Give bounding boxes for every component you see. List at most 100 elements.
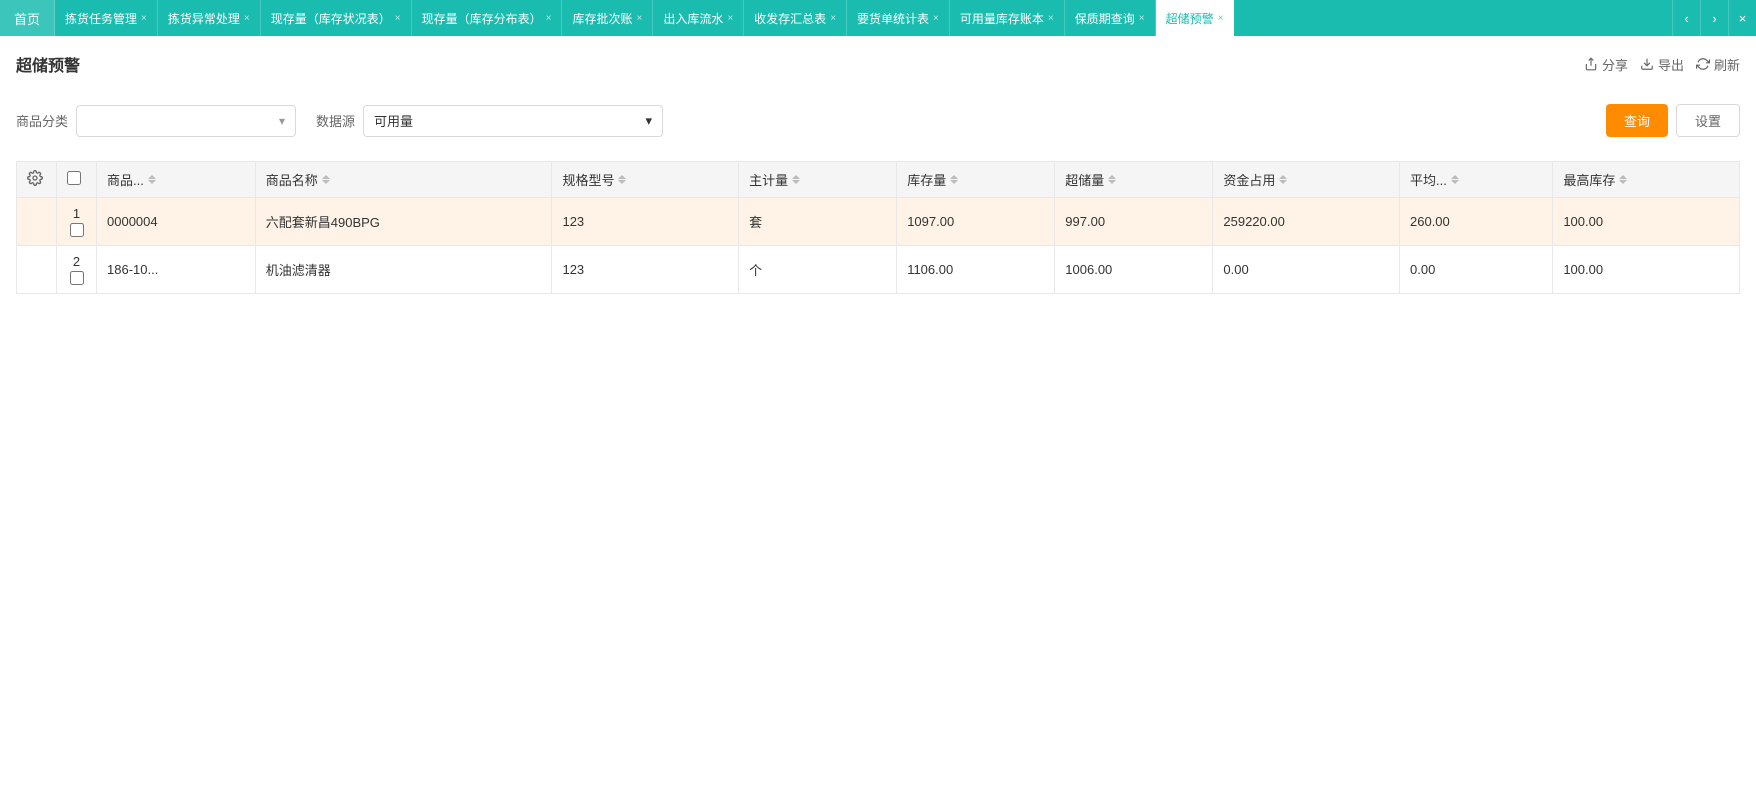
- nav-arrows: ‹ › ×: [1672, 0, 1756, 36]
- nav-tab-10[interactable]: 保质期查询 ×: [1065, 0, 1156, 36]
- nav-home-label: 首页: [14, 9, 40, 28]
- nav-tab-close-7[interactable]: ×: [933, 13, 939, 24]
- row-unit-1: 个: [739, 246, 897, 294]
- nav-tab-5[interactable]: 库存批次账 ×: [562, 0, 653, 36]
- nav-next-arrow[interactable]: ›: [1700, 0, 1728, 36]
- query-button[interactable]: 查询: [1606, 104, 1668, 137]
- nav-tab-7[interactable]: 收发存汇总表 ×: [744, 0, 847, 36]
- table-gear-icon[interactable]: [27, 170, 43, 186]
- row-stock-0: 1097.00: [897, 198, 1055, 246]
- unit-sort-icon: [792, 175, 800, 184]
- nav-close-arrow[interactable]: ×: [1728, 0, 1756, 36]
- row-checkbox-1[interactable]: [70, 271, 84, 285]
- nav-tab-1[interactable]: 拣货任务管理 ×: [55, 0, 158, 36]
- th-product-name[interactable]: 商品名称: [255, 162, 552, 198]
- nav-tab-4[interactable]: 现存量（库存分布表） ×: [412, 0, 563, 36]
- nav-tab-home[interactable]: 首页: [0, 0, 55, 36]
- row-gear-1: [17, 246, 57, 294]
- row-over-stock-0: 997.00: [1055, 198, 1213, 246]
- stock-sort-icon: [950, 175, 958, 184]
- nav-tab-6[interactable]: 出入库流水 ×: [653, 0, 744, 36]
- over-stock-sort-icon: [1108, 175, 1116, 184]
- avg-sort-icon: [1451, 175, 1459, 184]
- th-gear[interactable]: [17, 162, 57, 198]
- product-category-chevron-icon: ▾: [279, 114, 285, 128]
- row-product-code-1: 186-10...: [97, 246, 256, 294]
- th-unit[interactable]: 主计量: [739, 162, 897, 198]
- row-stock-1: 1106.00: [897, 246, 1055, 294]
- row-num-0: 1: [57, 198, 97, 246]
- refresh-action[interactable]: 刷新: [1696, 55, 1740, 74]
- page-title: 超储预警: [16, 52, 80, 76]
- filter-actions: 查询 设置: [1606, 104, 1740, 137]
- export-action[interactable]: 导出: [1640, 55, 1684, 74]
- th-stock[interactable]: 库存量: [897, 162, 1055, 198]
- row-avg-1: 0.00: [1400, 246, 1553, 294]
- th-spec[interactable]: 规格型号: [552, 162, 739, 198]
- row-gear-0: [17, 198, 57, 246]
- nav-tab-close-2[interactable]: ×: [395, 13, 401, 24]
- row-spec-0: 123: [552, 198, 739, 246]
- nav-tab-label-4: 库存批次账: [572, 10, 632, 27]
- th-spec-label: 规格型号: [562, 170, 614, 189]
- nav-tab-close-1[interactable]: ×: [244, 13, 250, 24]
- th-max-stock-label: 最高库存: [1563, 170, 1615, 189]
- th-stock-label: 库存量: [907, 170, 946, 189]
- nav-tab-close-10[interactable]: ×: [1218, 13, 1224, 24]
- nav-tab-close-3[interactable]: ×: [546, 13, 552, 24]
- nav-tab-close-8[interactable]: ×: [1048, 13, 1054, 24]
- nav-tab-label-3: 现存量（库存分布表）: [422, 10, 542, 27]
- nav-tab-close-5[interactable]: ×: [727, 13, 733, 24]
- nav-prev-arrow[interactable]: ‹: [1672, 0, 1700, 36]
- top-navigation: 首页 拣货任务管理 × 拣货异常处理 × 现存量（库存状况表） × 现存量（库存…: [0, 0, 1756, 36]
- data-source-select[interactable]: 可用量 ▾: [363, 105, 663, 137]
- share-action[interactable]: 分享: [1584, 55, 1628, 74]
- th-max-stock[interactable]: 最高库存: [1553, 162, 1740, 198]
- export-label: 导出: [1658, 55, 1684, 74]
- nav-tab-11[interactable]: 超储预警 ×: [1156, 0, 1235, 36]
- nav-tab-8[interactable]: 要货单统计表 ×: [847, 0, 950, 36]
- th-checkbox[interactable]: [57, 162, 97, 198]
- table-row: 1 0000004 六配套新昌490BPG 123 套 1097.00 997.…: [17, 198, 1740, 246]
- product-category-label: 商品分类: [16, 111, 68, 130]
- nav-tab-label-8: 可用量库存账本: [960, 10, 1044, 27]
- nav-tab-label-2: 现存量（库存状况表）: [271, 10, 391, 27]
- nav-tab-2[interactable]: 拣货异常处理 ×: [158, 0, 261, 36]
- th-product-code[interactable]: 商品...: [97, 162, 256, 198]
- select-all-checkbox[interactable]: [67, 171, 81, 185]
- row-number-0: 1: [73, 206, 80, 221]
- th-capital[interactable]: 资金占用: [1213, 162, 1400, 198]
- share-label: 分享: [1602, 55, 1628, 74]
- nav-tab-close-6[interactable]: ×: [830, 13, 836, 24]
- filter-bar: 商品分类 ▾ 数据源 可用量 ▾ 查询 设置: [16, 92, 1740, 149]
- settings-button[interactable]: 设置: [1676, 104, 1740, 137]
- nav-tab-9[interactable]: 可用量库存账本 ×: [950, 0, 1065, 36]
- filter-data-source: 数据源 可用量 ▾: [316, 105, 663, 137]
- row-max-stock-0: 100.00: [1553, 198, 1740, 246]
- product-name-sort-icon: [322, 175, 330, 184]
- th-over-stock[interactable]: 超储量: [1055, 162, 1213, 198]
- table-header: 商品... 商品名称: [17, 162, 1740, 198]
- nav-tab-label-5: 出入库流水: [663, 10, 723, 27]
- nav-tab-close-9[interactable]: ×: [1139, 13, 1145, 24]
- product-category-select[interactable]: ▾: [76, 105, 296, 137]
- refresh-icon: [1696, 57, 1710, 71]
- product-code-sort-icon: [148, 175, 156, 184]
- max-stock-sort-icon: [1619, 175, 1627, 184]
- th-avg[interactable]: 平均...: [1400, 162, 1553, 198]
- row-product-code-0: 0000004: [97, 198, 256, 246]
- data-table: 商品... 商品名称: [16, 161, 1740, 294]
- nav-tab-label-10: 超储预警: [1166, 10, 1214, 27]
- th-unit-label: 主计量: [749, 170, 788, 189]
- nav-tab-3[interactable]: 现存量（库存状况表） ×: [261, 0, 412, 36]
- nav-tab-label-1: 拣货异常处理: [168, 10, 240, 27]
- page-header: 超储预警 分享 导出 刷新: [16, 52, 1740, 76]
- th-over-stock-label: 超储量: [1065, 170, 1104, 189]
- row-capital-0: 259220.00: [1213, 198, 1400, 246]
- row-checkbox-0[interactable]: [70, 223, 84, 237]
- th-product-code-label: 商品...: [107, 170, 144, 189]
- nav-tab-close-4[interactable]: ×: [636, 13, 642, 24]
- row-number-1: 2: [73, 254, 80, 269]
- nav-tab-close-0[interactable]: ×: [141, 13, 147, 24]
- nav-tab-label-6: 收发存汇总表: [754, 10, 826, 27]
